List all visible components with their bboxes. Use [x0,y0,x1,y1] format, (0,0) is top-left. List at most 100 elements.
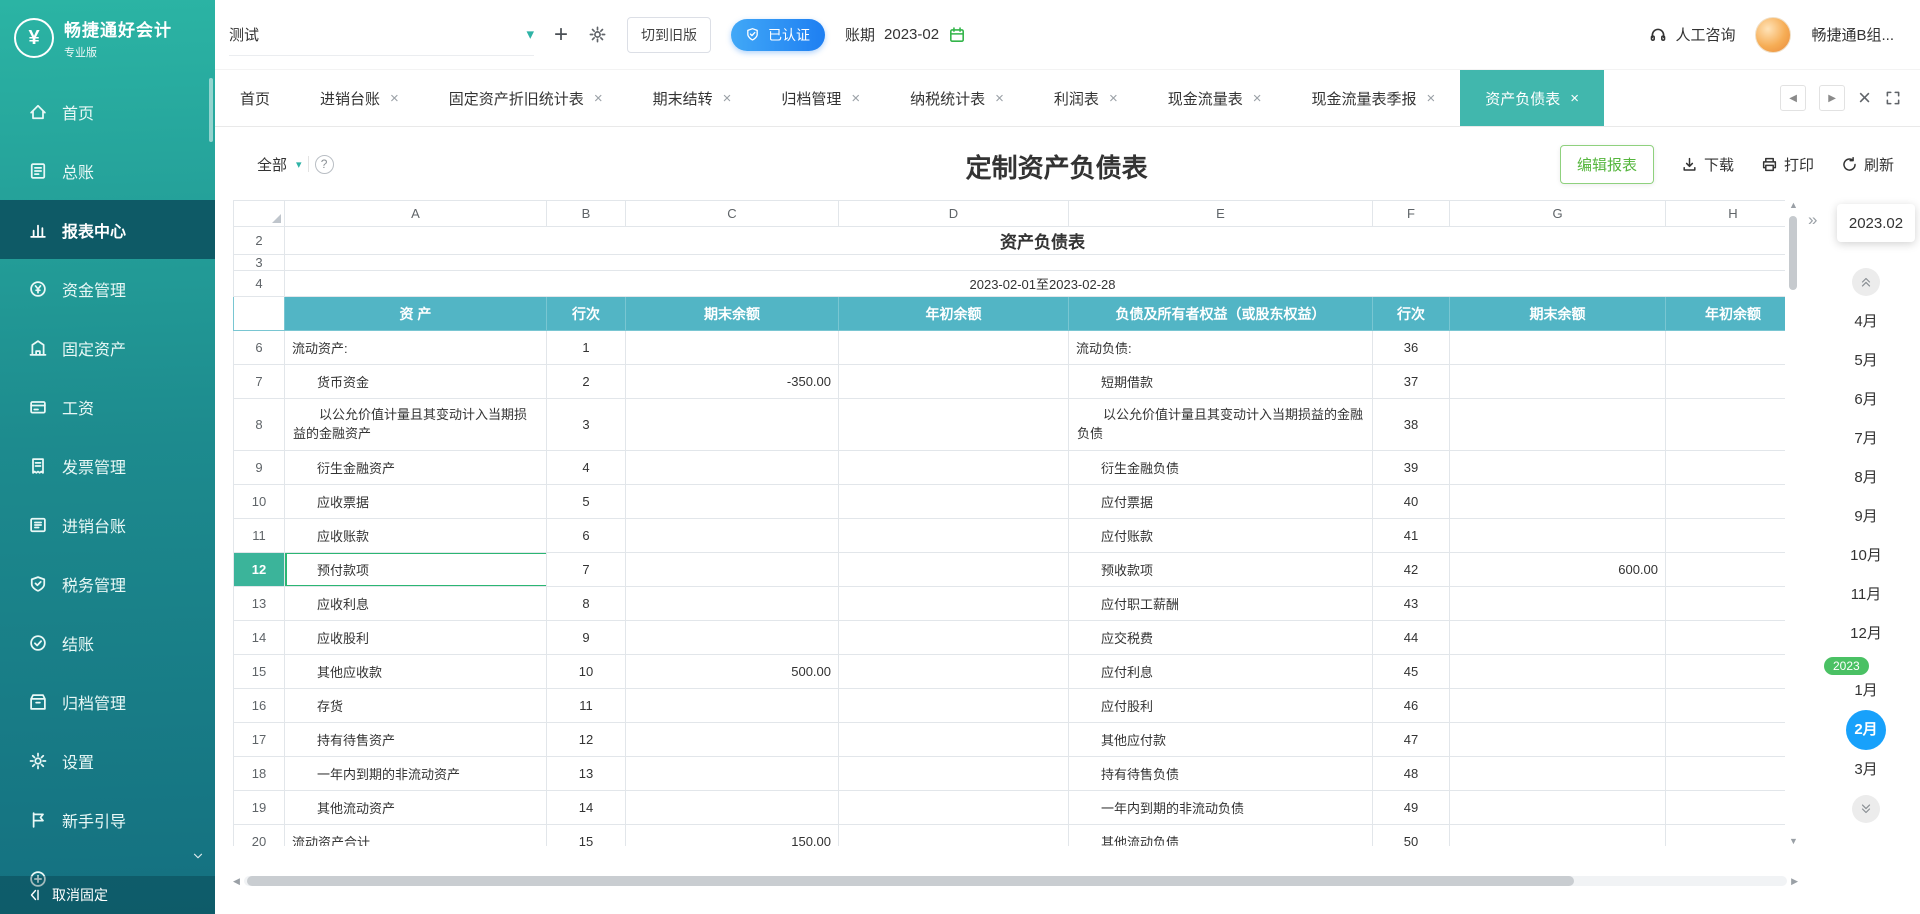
empty-cell[interactable] [284,254,1785,271]
table-header-cell[interactable]: 年初余额 [1665,296,1785,331]
cell-asset-beginning[interactable] [838,552,1069,587]
cell-liability-beginning[interactable] [1665,586,1785,621]
cell-liability-line[interactable]: 40 [1372,484,1450,519]
cell-asset-name[interactable]: 预付款项 [284,552,547,587]
cell-liability-line[interactable]: 45 [1372,654,1450,689]
column-letter-D[interactable]: D [838,200,1069,227]
sidebar-scroll-down-icon[interactable] [191,849,205,868]
cell-liability-beginning[interactable] [1665,364,1785,399]
cell-asset-ending[interactable] [625,790,839,825]
cell-asset-beginning[interactable] [838,756,1069,791]
tab-1[interactable]: 进销台账 × [295,70,424,126]
cell-liability-line[interactable]: 37 [1372,364,1450,399]
cell-asset-beginning[interactable] [838,824,1069,846]
table-header-cell[interactable]: 负债及所有者权益（或股东权益） [1068,296,1373,331]
cell-asset-line[interactable]: 8 [546,586,626,621]
cell-liability-ending[interactable] [1449,484,1666,519]
month-item[interactable]: 8月 [1854,458,1877,497]
sidebar-item-7[interactable]: 进销台账 [0,495,215,554]
panel-collapse-icon[interactable]: » [1808,210,1817,230]
cell-asset-name[interactable]: 流动资产: [284,330,547,365]
tabs-scroll-left-button[interactable]: ◀ [1780,85,1807,111]
tab-close-icon[interactable]: × [723,90,732,107]
cell-liability-beginning[interactable] [1665,398,1785,451]
sidebar-item-11[interactable]: 设置 [0,731,215,790]
cell-asset-line[interactable]: 10 [546,654,626,689]
cell-asset-name[interactable]: 其他应收款 [284,654,547,689]
cell-liability-name[interactable]: 持有待售负债 [1068,756,1373,791]
unpin-sidebar-button[interactable]: 取消固定 [0,876,215,914]
cell-liability-name[interactable]: 其他应付款 [1068,722,1373,757]
cell-liability-name[interactable]: 预收款项 [1068,552,1373,587]
cell-liability-ending[interactable] [1449,586,1666,621]
period-range-cell[interactable]: 2023-02-01至2023-02-28 [284,270,1785,297]
cell-asset-ending[interactable] [625,620,839,655]
cell-liability-beginning[interactable] [1665,552,1785,587]
certified-badge[interactable]: 已认证 [731,18,826,51]
tab-2[interactable]: 固定资产折旧统计表 × [424,70,628,126]
cell-liability-line[interactable]: 48 [1372,756,1450,791]
row-number[interactable]: 9 [233,450,285,485]
cell-asset-beginning[interactable] [838,722,1069,757]
cell-asset-line[interactable]: 14 [546,790,626,825]
cell-asset-line[interactable]: 15 [546,824,626,846]
cell-asset-ending[interactable] [625,484,839,519]
cell-asset-name[interactable]: 衍生金融资产 [284,450,547,485]
table-header-cell[interactable]: 年初余额 [838,296,1069,331]
cell-liability-ending[interactable]: 600.00 [1449,552,1666,587]
table-header-cell[interactable]: 资 产 [284,296,547,331]
sidebar-item-6[interactable]: 发票管理 [0,436,215,495]
cell-asset-ending[interactable]: 150.00 [625,824,839,846]
sidebar-item-2[interactable]: 报表中心 [0,200,215,259]
row-number[interactable]: 19 [233,790,285,825]
cell-liability-ending[interactable] [1449,620,1666,655]
cell-asset-line[interactable]: 3 [546,398,626,451]
current-period-box[interactable]: 2023.02 [1837,204,1915,242]
cell-liability-name[interactable]: 流动负债: [1068,330,1373,365]
cell-liability-line[interactable]: 39 [1372,450,1450,485]
row-number[interactable]: 7 [233,364,285,399]
tab-7[interactable]: 现金流量表 × [1143,70,1287,126]
month-item[interactable]: 9月 [1854,497,1877,536]
months-scroll-up-button[interactable] [1852,268,1880,296]
cell-liability-name[interactable]: 其他流动负债 [1068,824,1373,846]
sheet-title-cell[interactable]: 资产负债表 [284,226,1785,255]
cell-liability-beginning[interactable] [1665,518,1785,553]
close-tab-button[interactable]: × [1858,87,1871,109]
vertical-scrollbar-thumb[interactable] [1789,216,1797,290]
cell-liability-ending[interactable] [1449,722,1666,757]
print-button[interactable]: 打印 [1761,154,1814,175]
user-avatar[interactable] [1755,16,1792,53]
cell-asset-name[interactable]: 以公允价值计量且其变动计入当期损益的金融资产 [284,398,547,451]
cell-asset-beginning[interactable] [838,688,1069,723]
month-item-active[interactable]: 2月 [1846,710,1886,750]
cell-asset-beginning[interactable] [838,518,1069,553]
cell-asset-name[interactable]: 应收账款 [284,518,547,553]
cell-asset-name[interactable]: 持有待售资产 [284,722,547,757]
support-button[interactable]: 人工咨询 [1648,24,1735,45]
scroll-up-icon[interactable]: ▲ [1787,200,1800,210]
cell-liability-beginning[interactable] [1665,722,1785,757]
cell-asset-line[interactable]: 5 [546,484,626,519]
cell-liability-ending[interactable] [1449,518,1666,553]
download-button[interactable]: 下载 [1681,154,1734,175]
row-number[interactable]: 11 [233,518,285,553]
month-item[interactable]: 7月 [1854,419,1877,458]
tab-0[interactable]: 首页 [215,70,295,126]
cell-liability-name[interactable]: 应付账款 [1068,518,1373,553]
cell-liability-name[interactable]: 应付票据 [1068,484,1373,519]
cell-liability-beginning[interactable] [1665,484,1785,519]
table-header-cell[interactable]: 行次 [1372,296,1450,331]
cell-asset-ending[interactable] [625,450,839,485]
row-number[interactable]: 17 [233,722,285,757]
row-number[interactable]: 16 [233,688,285,723]
cell-asset-beginning[interactable] [838,330,1069,365]
cell-asset-ending[interactable] [625,518,839,553]
sidebar-item-5[interactable]: 工资 [0,377,215,436]
cell-liability-name[interactable]: 短期借款 [1068,364,1373,399]
sidebar-item-9[interactable]: 结账 [0,613,215,672]
cell-asset-ending[interactable] [625,722,839,757]
cell-asset-line[interactable]: 7 [546,552,626,587]
horizontal-scrollbar-track[interactable] [243,876,1788,886]
column-letter-E[interactable]: E [1068,200,1373,227]
